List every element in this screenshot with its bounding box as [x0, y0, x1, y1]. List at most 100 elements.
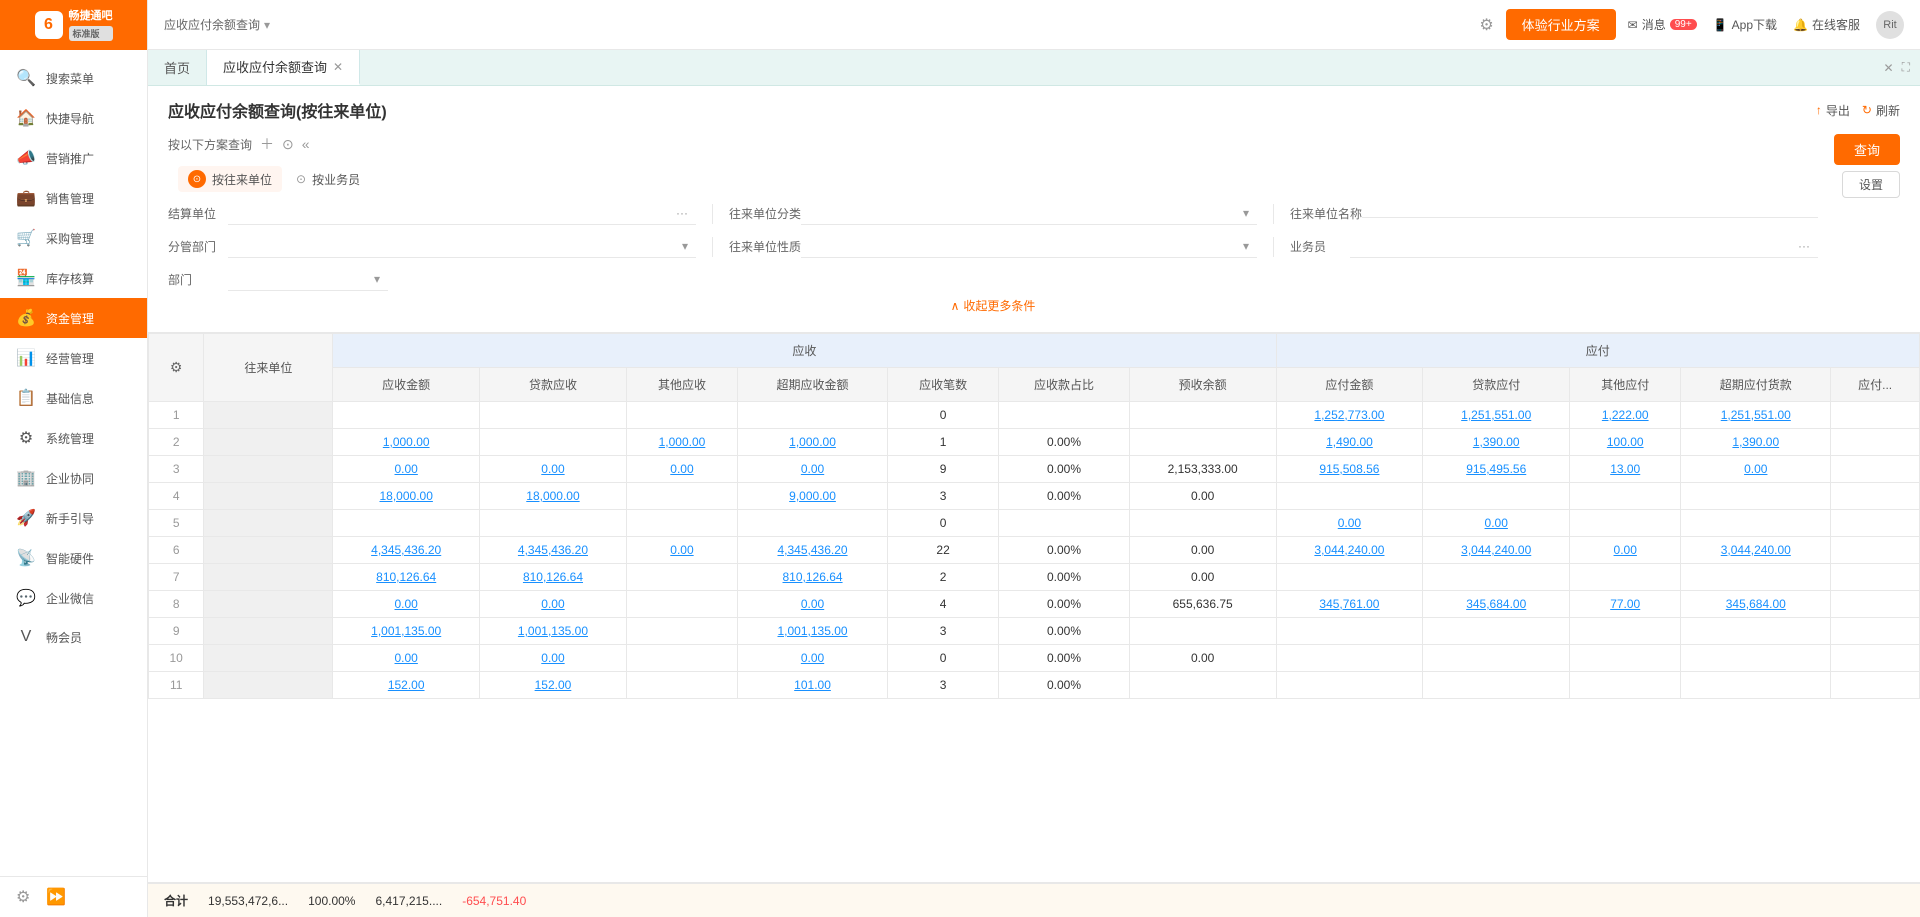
query-button[interactable]: 查询: [1834, 134, 1900, 165]
amount-cell[interactable]: 0.00: [738, 456, 888, 483]
online-service-btn[interactable]: 🔔 在线客服: [1793, 16, 1860, 33]
amount-cell[interactable]: 0.00: [626, 456, 737, 483]
sidebar-item-corp[interactable]: 🏢 企业协同: [0, 458, 147, 498]
amount-cell[interactable]: 1,000.00: [626, 429, 737, 456]
pay-cell[interactable]: 0.00: [1681, 456, 1831, 483]
export-btn[interactable]: ↑ 导出: [1816, 102, 1850, 119]
pay-cell[interactable]: 3,044,240.00: [1423, 537, 1570, 564]
app-download-btn[interactable]: 📱 App下载: [1713, 16, 1777, 33]
col-settings[interactable]: ⚙: [149, 334, 204, 402]
amount-cell[interactable]: 152.00: [333, 672, 480, 699]
breadcrumb-dropdown-icon[interactable]: ▾: [264, 18, 270, 32]
amount-cell[interactable]: 0.00: [738, 591, 888, 618]
amount-cell[interactable]: 1,001,135.00: [738, 618, 888, 645]
pay-cell[interactable]: 13.00: [1570, 456, 1681, 483]
sidebar-item-sales[interactable]: 💼 销售管理: [0, 178, 147, 218]
trial-btn[interactable]: 体验行业方案: [1506, 9, 1616, 40]
pay-cell[interactable]: 1,390.00: [1423, 429, 1570, 456]
pay-cell[interactable]: 345,684.00: [1681, 591, 1831, 618]
pay-cell[interactable]: 0.00: [1276, 510, 1423, 537]
sidebar-item-search[interactable]: 🔍 搜索菜单: [0, 58, 147, 98]
filter-collapse-icon[interactable]: «: [302, 136, 310, 152]
amount-cell[interactable]: 9,000.00: [738, 483, 888, 510]
amount-cell[interactable]: 1,000.00: [738, 429, 888, 456]
collapse-btn[interactable]: ∧ 收起更多条件: [168, 291, 1818, 320]
filter-settings-icon[interactable]: ⊙: [282, 136, 294, 153]
pay-cell[interactable]: 77.00: [1570, 591, 1681, 618]
filter-add-icon[interactable]: ＋: [260, 134, 274, 154]
subdept-input[interactable]: ▾: [228, 268, 388, 291]
user-avatar[interactable]: Rit: [1876, 11, 1904, 39]
amount-cell[interactable]: 4,345,436.20: [333, 537, 480, 564]
amount-cell[interactable]: 1,001,135.00: [480, 618, 627, 645]
sidebar-item-member[interactable]: V 畅会员: [0, 618, 147, 656]
amount-cell[interactable]: 810,126.64: [333, 564, 480, 591]
amount-cell[interactable]: 0.00: [480, 456, 627, 483]
tab-close-icon[interactable]: ✕: [333, 60, 343, 74]
pay-cell: [1570, 483, 1681, 510]
settings-icon[interactable]: ⚙: [16, 887, 30, 907]
sidebar-item-inventory[interactable]: 🏪 库存核算: [0, 258, 147, 298]
amount-cell[interactable]: 18,000.00: [333, 483, 480, 510]
sidebar-item-finance[interactable]: 💰 资金管理: [0, 298, 147, 338]
pay-cell[interactable]: 915,508.56: [1276, 456, 1423, 483]
pay-cell[interactable]: 345,684.00: [1423, 591, 1570, 618]
salesman-input[interactable]: ···: [1350, 235, 1818, 258]
tab-close-page-icon[interactable]: ✕: [1884, 61, 1894, 75]
pay-cell[interactable]: 1,252,773.00: [1276, 402, 1423, 429]
amount-cell[interactable]: 1,001,135.00: [333, 618, 480, 645]
pay-cell[interactable]: 1,251,551.00: [1423, 402, 1570, 429]
pay-cell[interactable]: 0.00: [1423, 510, 1570, 537]
pay-cell[interactable]: 915,495.56: [1423, 456, 1570, 483]
filter-by-salesman[interactable]: ⊙ 按业务员: [286, 166, 370, 192]
pay-cell[interactable]: 1,222.00: [1570, 402, 1681, 429]
pay-cell[interactable]: 3,044,240.00: [1276, 537, 1423, 564]
filter-by-partner[interactable]: ⊙ 按往来单位: [178, 166, 282, 192]
amount-cell[interactable]: 0.00: [480, 591, 627, 618]
partner-cat-input[interactable]: ▾: [801, 202, 1257, 225]
header-settings-icon[interactable]: ⚙: [1479, 15, 1493, 35]
pay-cell[interactable]: 1,251,551.00: [1681, 402, 1831, 429]
amount-cell[interactable]: 152.00: [480, 672, 627, 699]
amount-cell[interactable]: 0.00: [480, 645, 627, 672]
tab-receivable[interactable]: 应收应付余额查询 ✕: [207, 50, 360, 85]
amount-cell[interactable]: 101.00: [738, 672, 888, 699]
sidebar-item-wechat[interactable]: 💬 企业微信: [0, 578, 147, 618]
dept-input[interactable]: ▾: [228, 235, 696, 258]
amount-cell[interactable]: 0.00: [626, 537, 737, 564]
pay-cell[interactable]: 0.00: [1570, 537, 1681, 564]
pay-cell[interactable]: 100.00: [1570, 429, 1681, 456]
sidebar-item-operation[interactable]: 📊 经营管理: [0, 338, 147, 378]
amount-cell[interactable]: 810,126.64: [738, 564, 888, 591]
sidebar-item-marketing[interactable]: 📣 营销推广: [0, 138, 147, 178]
amount-cell[interactable]: 4,345,436.20: [738, 537, 888, 564]
sidebar-item-basic[interactable]: 📋 基础信息: [0, 378, 147, 418]
pay-cell[interactable]: 345,761.00: [1276, 591, 1423, 618]
pay-cell[interactable]: 1,490.00: [1276, 429, 1423, 456]
sidebar-item-purchase[interactable]: 🛒 采购管理: [0, 218, 147, 258]
amount-cell[interactable]: 810,126.64: [480, 564, 627, 591]
message-btn[interactable]: ✉ 消息 99+: [1628, 16, 1697, 33]
tab-home[interactable]: 首页: [148, 50, 207, 85]
settlement-input[interactable]: ···: [228, 202, 696, 225]
sidebar-item-guide[interactable]: 🚀 新手引导: [0, 498, 147, 538]
amount-cell[interactable]: 0.00: [333, 456, 480, 483]
pay-cell[interactable]: 3,044,240.00: [1681, 537, 1831, 564]
amount-cell[interactable]: 0.00: [333, 645, 480, 672]
amount-cell[interactable]: 4,345,436.20: [480, 537, 627, 564]
amount-cell[interactable]: 1,000.00: [333, 429, 480, 456]
refresh-btn[interactable]: ↻ 刷新: [1862, 102, 1900, 119]
partner-nature-input[interactable]: ▾: [801, 235, 1257, 258]
sidebar-item-quicknav[interactable]: 🏠 快捷导航: [0, 98, 147, 138]
amount-cell[interactable]: 0.00: [333, 591, 480, 618]
tab-expand-icon[interactable]: ⛶: [1902, 60, 1910, 75]
sidebar-item-system[interactable]: ⚙ 系统管理: [0, 418, 147, 458]
pay-cell[interactable]: 1,390.00: [1681, 429, 1831, 456]
collapse-icon[interactable]: ⏩: [46, 887, 66, 907]
table-settings-icon[interactable]: ⚙: [170, 359, 183, 375]
partner-name-input[interactable]: [1362, 209, 1818, 218]
sidebar-item-hardware[interactable]: 📡 智能硬件: [0, 538, 147, 578]
setting-button[interactable]: 设置: [1842, 171, 1900, 198]
amount-cell[interactable]: 18,000.00: [480, 483, 627, 510]
amount-cell[interactable]: 0.00: [738, 645, 888, 672]
